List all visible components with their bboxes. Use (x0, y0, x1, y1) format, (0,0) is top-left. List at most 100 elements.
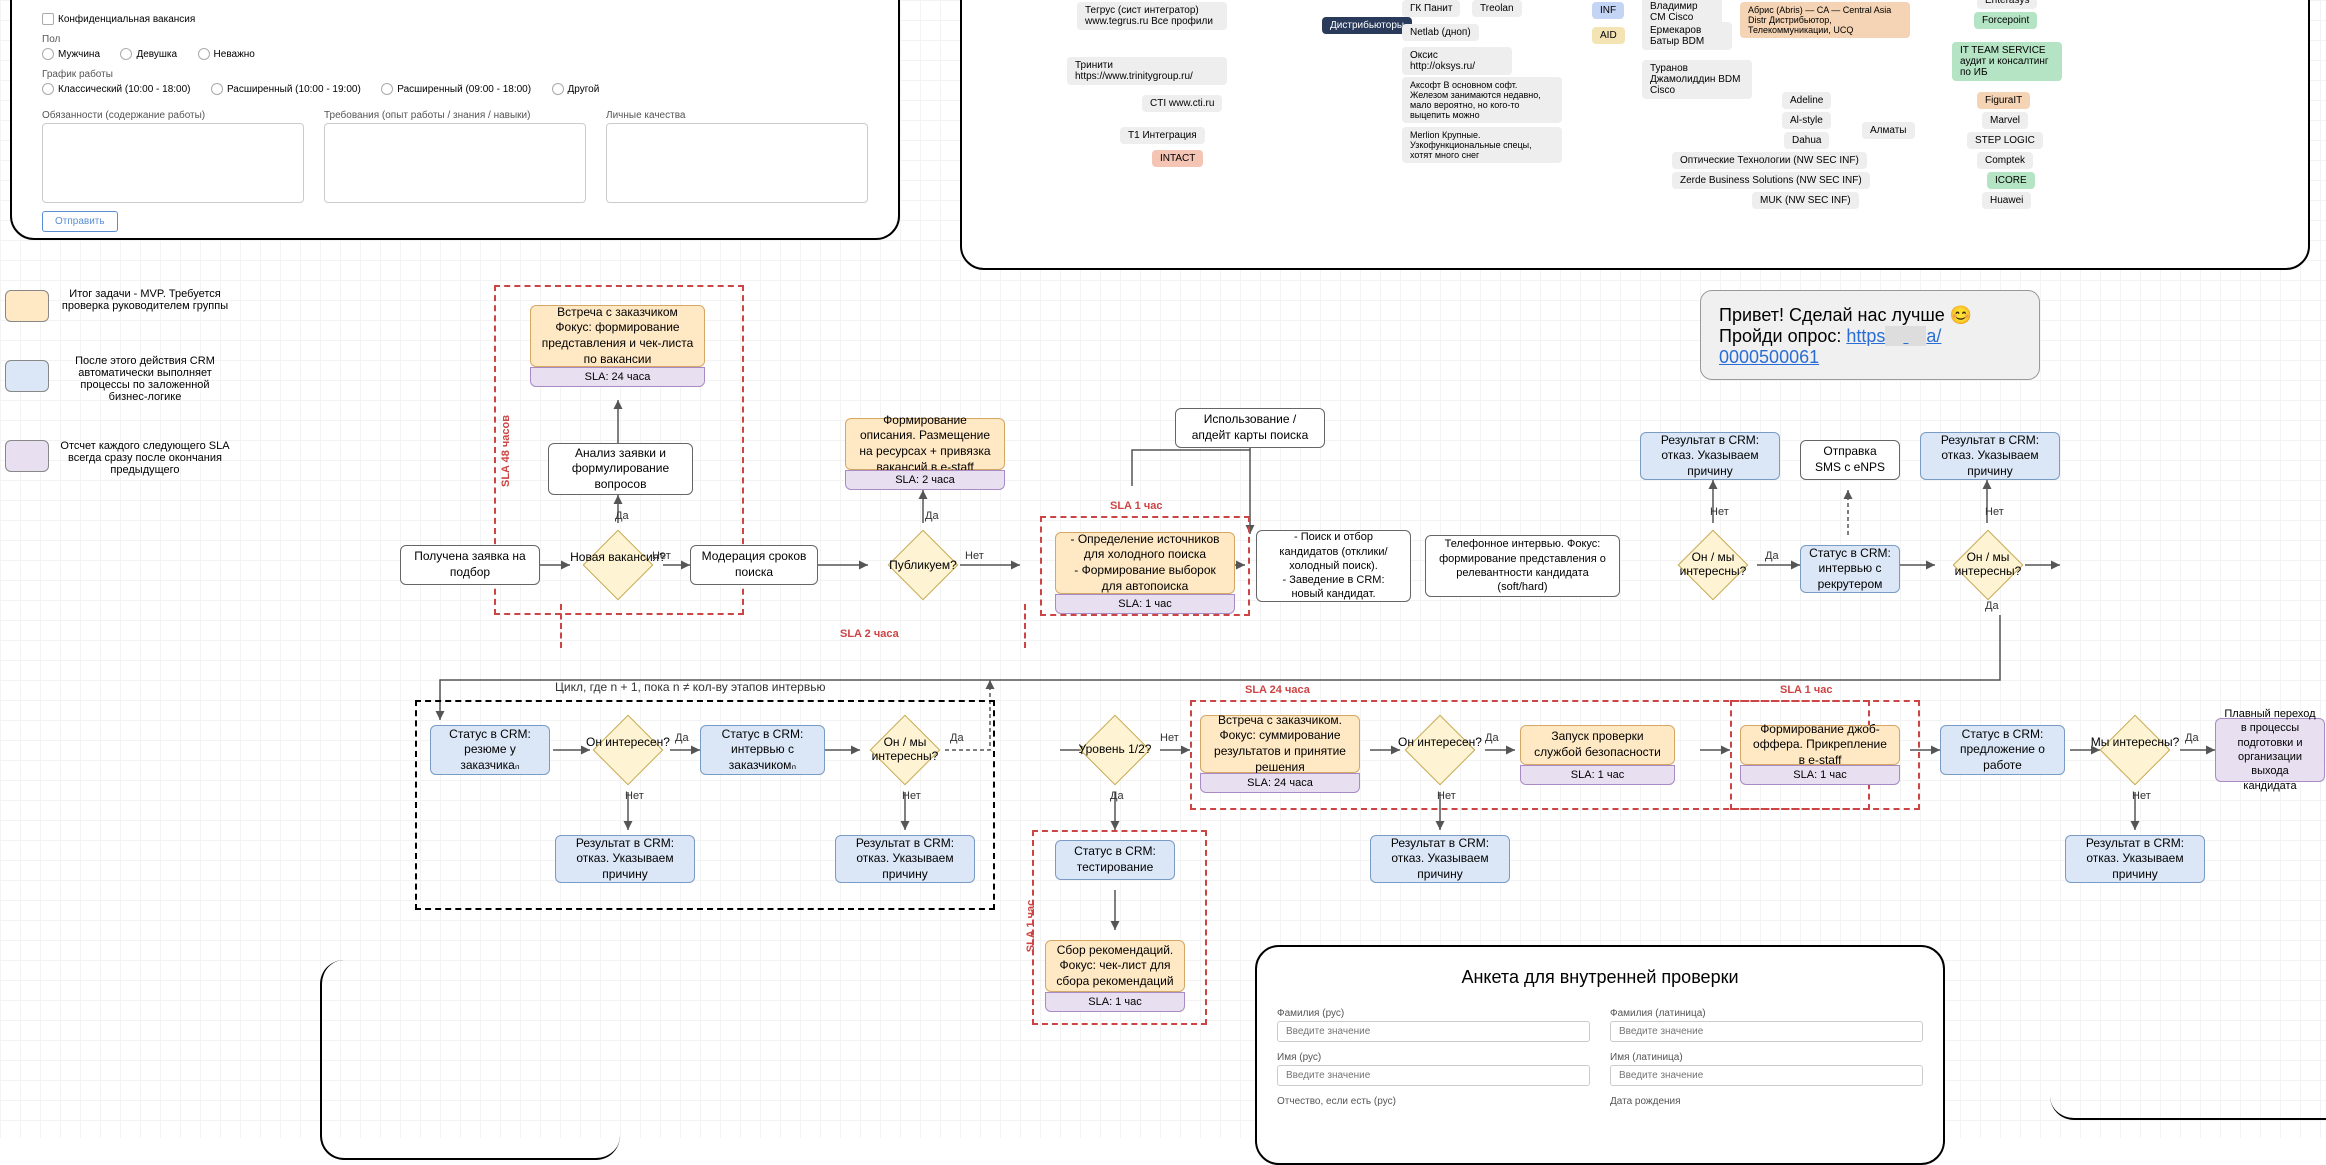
node-resume[interactable]: Статус в CRM: резюме у заказчикаₙ (430, 725, 550, 775)
mm-axoft[interactable]: Аксофт В основном софт. Железом занимают… (1402, 77, 1562, 123)
checkbox-confidential[interactable]: Конфиденциальная вакансия (42, 13, 195, 25)
radio-sched-2[interactable]: Расширенный (10:00 - 19:00) (211, 83, 361, 95)
node-reject-4[interactable]: Результат в CRM: отказ. Указываем причин… (835, 835, 975, 883)
legend-swatch-blue (5, 360, 49, 392)
node-crm-customer[interactable]: Статус в CRM: интервью с заказчикомₙ (700, 725, 825, 775)
mm-treolan[interactable]: Treolan (1472, 0, 1522, 17)
send-button[interactable]: Отправить (42, 211, 118, 232)
node-description[interactable]: Формирование описания. Размещение на рес… (845, 418, 1005, 470)
sla-label-1h-a: SLA 1 час (1110, 500, 1162, 512)
panel-survey-form: Анкета для внутренней проверки Фамилия (… (1255, 945, 1945, 1165)
mm-abris[interactable]: Абрис (Abris) — CA — Central Asia Distr … (1740, 2, 1910, 38)
mm-alstyle[interactable]: Al-style (1782, 112, 1831, 129)
mm-marvel[interactable]: Marvel (1982, 112, 2028, 129)
mm-dahua[interactable]: Dahua (1784, 132, 1829, 149)
mm-figurait[interactable]: FiguraIT (1977, 92, 2030, 109)
mm-steplogic[interactable]: STEP LOGIC (1967, 132, 2043, 149)
node-start[interactable]: Получена заявка на подбор (400, 545, 540, 585)
sla-label-24h: SLA 24 часа (1245, 684, 1310, 696)
edge-no-7: Нет (1160, 732, 1179, 744)
node-reject-1[interactable]: Результат в CRM: отказ. Указываем причин… (1640, 432, 1780, 480)
edge-yes-8: Да (1485, 732, 1499, 744)
textarea-duties[interactable] (42, 123, 304, 203)
label-personal: Личные качества (606, 110, 868, 121)
edge-yes-6: Да (950, 732, 964, 744)
node-map[interactable]: Использование / апдейт карты поиска (1175, 408, 1325, 448)
mm-almaty[interactable]: Алматы (1862, 122, 1915, 139)
sla-meeting1: SLA: 24 часа (530, 367, 705, 387)
mm-cti[interactable]: CTI www.cti.ru (1142, 95, 1222, 112)
node-search[interactable]: - Поиск и отбор кандидатов (отклики/ хол… (1256, 530, 1411, 602)
input-name-lat[interactable] (1610, 1065, 1923, 1086)
mm-opt[interactable]: Оптические Технологии (NW SEC INF) (1672, 152, 1867, 169)
sla-label-48h: SLA 48 часов (500, 415, 512, 487)
mm-zerde[interactable]: Zerde Business Solutions (NW SEC INF) (1672, 172, 1870, 189)
textarea-requirements[interactable] (324, 123, 586, 203)
mm-tegrus[interactable]: Тегрус (сист интегратор) www.tegrus.ru В… (1077, 2, 1227, 30)
sla-label-1h-c: SLA 1 час (1025, 900, 1037, 952)
edge-no-5: Нет (625, 790, 644, 802)
node-moderate[interactable]: Модерация сроков поиска (690, 545, 818, 585)
mm-trinity[interactable]: Тринити https://www.trinitygroup.ru/ (1067, 57, 1227, 85)
mm-itteam[interactable]: IT TEAM SERVICE аудит и консалтинг по ИБ (1952, 42, 2062, 81)
panel-vacancy-form: Конфиденциальная вакансия Пол Мужчина Де… (10, 0, 900, 240)
node-meeting2[interactable]: Встреча с заказчиком. Фокус: суммировани… (1200, 715, 1360, 773)
node-analyze[interactable]: Анализ заявки и формулирование вопросов (548, 443, 693, 495)
node-crm-interview[interactable]: Статус в CRM: интервью с рекрутером (1800, 545, 1900, 593)
mm-panit[interactable]: ГК Панит (1402, 0, 1460, 17)
legend-text-purple: Отсчет каждого следующего SLA всегда сра… (60, 440, 230, 476)
mm-intact[interactable]: INTACT (1152, 150, 1203, 167)
mm-forcepoint[interactable]: Forcepoint (1974, 12, 2037, 29)
node-reject-3[interactable]: Результат в CRM: отказ. Указываем причин… (555, 835, 695, 883)
label-requirements: Требования (опыт работы / знания / навык… (324, 110, 586, 121)
node-testing[interactable]: Статус в CRM: тестирование (1055, 840, 1175, 880)
sla-offer: SLA: 1 час (1740, 765, 1900, 785)
mm-inf[interactable]: INF (1592, 2, 1624, 19)
sla-region-2h (560, 604, 1026, 648)
mm-distributors[interactable]: Дистрибьюторы (1322, 17, 1412, 34)
node-sources[interactable]: - Определение источников для холодного п… (1055, 532, 1235, 594)
edge-no-6: Нет (902, 790, 921, 802)
radio-any[interactable]: Неважно (198, 48, 255, 60)
radio-sched-3[interactable]: Расширенный (09:00 - 18:00) (381, 83, 531, 95)
textarea-personal[interactable] (606, 123, 868, 203)
mm-huawei[interactable]: Huawei (1982, 192, 2031, 209)
edge-no-4: Нет (1985, 506, 2004, 518)
legend-text-orange: Итог задачи - MVP. Требуется проверка ру… (60, 288, 230, 312)
mm-netlab[interactable]: Netlab (дноп) (1402, 24, 1479, 41)
mm-aid[interactable]: AID (1592, 27, 1625, 44)
node-crm-offer[interactable]: Статус в CRM: предложение о работе (1940, 725, 2065, 775)
mm-merlion[interactable]: Merlion Крупные. Узкофункциональные спец… (1402, 127, 1562, 163)
mm-comptek[interactable]: Comptek (1977, 152, 2033, 169)
mm-oksys[interactable]: Оксис http://oksys.ru/ (1402, 47, 1512, 75)
node-sms[interactable]: Отправка SMS c eNPS (1800, 440, 1900, 480)
radio-sched-4[interactable]: Другой (552, 83, 600, 95)
input-surname-lat[interactable] (1610, 1021, 1923, 1042)
mm-ern[interactable]: Ермекаров Батыр BDM (1642, 22, 1732, 50)
survey-tooltip[interactable]: Привет! Сделай нас лучше 😊 Пройди опрос:… (1700, 290, 2040, 380)
node-reject-2[interactable]: Результат в CRM: отказ. Указываем причин… (1920, 432, 2060, 480)
radio-female[interactable]: Девушка (120, 48, 177, 60)
node-offer[interactable]: Формирование джоб-оффера. Прикрепление в… (1740, 725, 1900, 765)
node-reject-5[interactable]: Результат в CRM: отказ. Указываем причин… (1370, 835, 1510, 883)
edge-yes-2: Да (925, 510, 939, 522)
radio-male[interactable]: Мужчина (42, 48, 100, 60)
node-phone[interactable]: Телефонное интервью. Фокус: формирование… (1425, 535, 1620, 597)
sla-security: SLA: 1 час (1520, 765, 1675, 785)
input-surname-ru[interactable] (1277, 1021, 1590, 1042)
mm-tur[interactable]: Туранов Джамолиддин BDM Cisco (1642, 60, 1752, 99)
mm-muk[interactable]: MUK (NW SEC INF) (1752, 192, 1859, 209)
edge-no-8: Нет (1437, 790, 1456, 802)
radio-sched-1[interactable]: Классический (10:00 - 18:00) (42, 83, 191, 95)
node-meeting1[interactable]: Встреча с заказчиком Фокус: формирование… (530, 305, 705, 367)
node-security[interactable]: Запуск проверки службой безопасности (1520, 725, 1675, 765)
mm-t1[interactable]: T1 Интеграция (1120, 127, 1205, 144)
input-name-ru[interactable] (1277, 1065, 1590, 1086)
tooltip-line1: Привет! Сделай нас лучше 😊 (1719, 305, 1972, 325)
mm-icore[interactable]: ICORE (1987, 172, 2035, 189)
sla-meeting2: SLA: 24 часа (1200, 773, 1360, 793)
mm-enterasys[interactable]: Enterasys (1977, 0, 2037, 9)
mm-adeline[interactable]: Adeline (1782, 92, 1831, 109)
node-references[interactable]: Сбор рекомендаций. Фокус: чек-лист для с… (1045, 940, 1185, 992)
edge-no: Нет (652, 550, 671, 562)
